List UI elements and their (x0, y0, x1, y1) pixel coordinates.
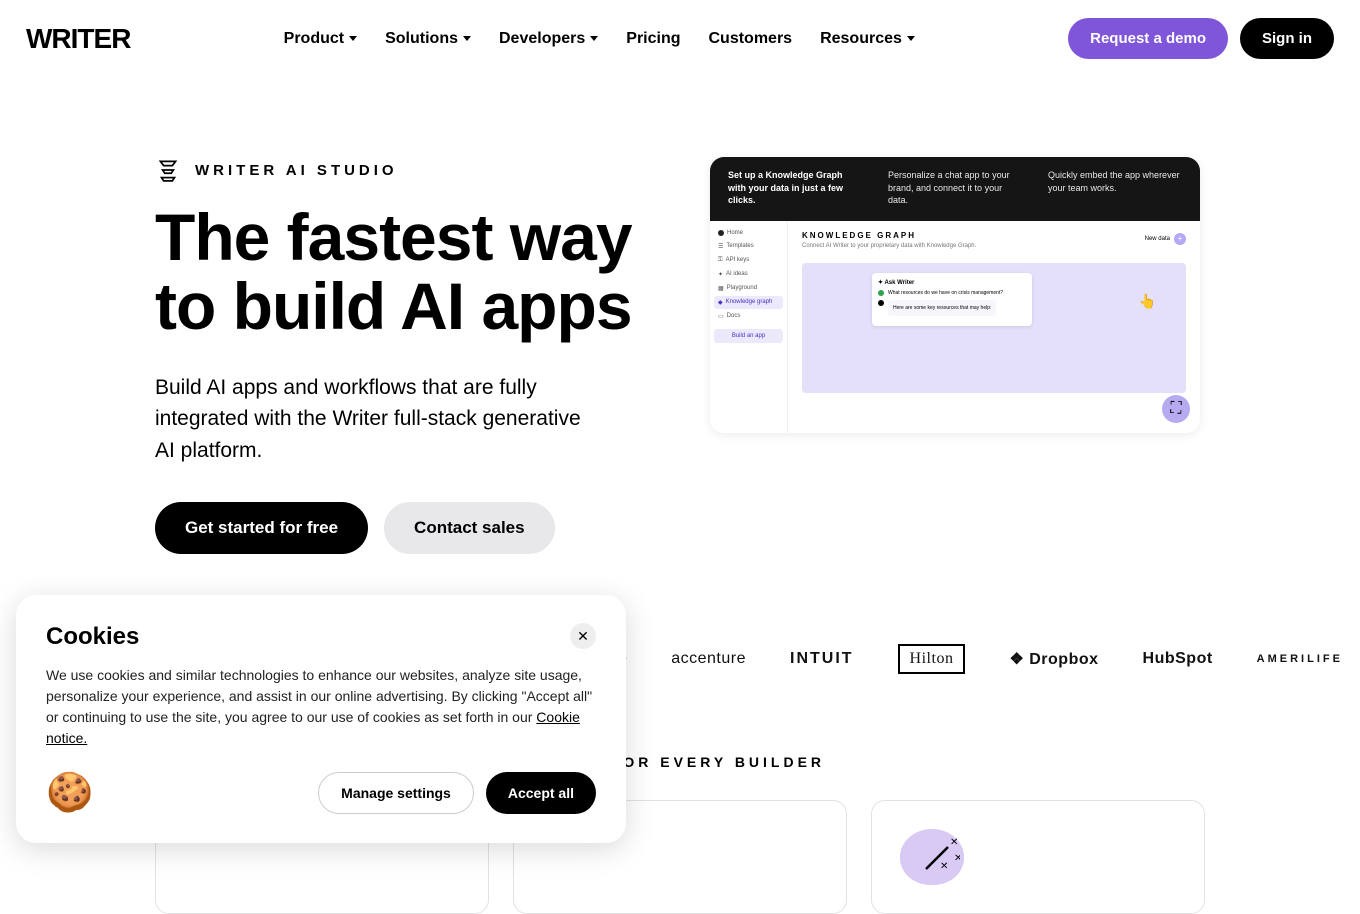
cookie-banner: Cookies ✕ We use cookies and similar tec… (16, 595, 626, 843)
svg-text:✕: ✕ (950, 837, 958, 848)
nav-developers[interactable]: Developers (499, 30, 598, 48)
nav-solutions[interactable]: Solutions (385, 30, 471, 48)
sidebar-item: Home (714, 227, 783, 239)
hero: WRITER AI STUDIO The fastest way to buil… (0, 77, 1360, 594)
cookie-title: Cookies (46, 623, 139, 651)
hero-subtitle: Build AI apps and workflows that are ful… (155, 372, 595, 467)
sidebar-item: ☰Templates (714, 240, 783, 253)
cursor-icon: 👆 (1139, 293, 1156, 310)
contact-sales-button[interactable]: Contact sales (384, 502, 555, 554)
logo-hubspot: HubSpot (1143, 650, 1213, 668)
chevron-down-icon (463, 36, 471, 41)
cookie-text: We use cookies and similar technologies … (46, 665, 596, 749)
page-title: The fastest way to build AI apps (155, 203, 650, 342)
sidebar-item: ⚿API keys (714, 254, 783, 267)
nav-label: Pricing (626, 30, 680, 48)
kg-title: KNOWLEDGE GRAPH (802, 231, 1186, 240)
eyebrow: WRITER AI STUDIO (155, 157, 650, 183)
nav-label: Product (284, 30, 344, 48)
studio-icon (155, 157, 181, 183)
sidebar-item: ✦AI ideas (714, 268, 783, 281)
demo-video[interactable]: Set up a Knowledge Graph with your data … (710, 157, 1200, 433)
logo-amerilife: AMERILIFE (1257, 653, 1343, 665)
sidebar-item-active: ◆Knowledge graph (714, 296, 783, 309)
ask-writer-popup: ✦ Ask Writer What resources do we have o… (872, 273, 1032, 326)
hero-visual: Set up a Knowledge Graph with your data … (710, 157, 1205, 433)
chevron-down-icon (590, 36, 598, 41)
logo-intuit: INTUIT (790, 650, 854, 668)
expand-icon[interactable]: ⛶ (1162, 395, 1190, 423)
chevron-down-icon (907, 36, 915, 41)
logo-accenture: accenture (671, 650, 746, 668)
eyebrow-text: WRITER AI STUDIO (195, 162, 398, 179)
header-actions: Request a demo Sign in (1068, 18, 1334, 59)
nav-label: Solutions (385, 30, 458, 48)
sign-in-button[interactable]: Sign in (1240, 18, 1334, 59)
sidebar-item: ▭Docs (714, 310, 783, 323)
nav-label: Resources (820, 30, 902, 48)
wand-icon: ✕✕✕ (900, 829, 964, 885)
demo-tab: Set up a Knowledge Graph with your data … (728, 169, 862, 207)
request-demo-button[interactable]: Request a demo (1068, 18, 1228, 59)
nav-product[interactable]: Product (284, 30, 357, 48)
header: WRITER Product Solutions Developers Pric… (0, 0, 1360, 77)
demo-tab: Personalize a chat app to your brand, an… (888, 169, 1022, 207)
manage-settings-button[interactable]: Manage settings (318, 772, 474, 814)
popup-title: ✦ Ask Writer (878, 279, 1026, 286)
logo-dropbox: ❖ Dropbox (1009, 649, 1098, 669)
demo-tabs: Set up a Knowledge Graph with your data … (710, 157, 1200, 221)
demo-body: Home ☰Templates ⚿API keys ✦AI ideas ▦Pla… (710, 221, 1200, 433)
accept-all-button[interactable]: Accept all (486, 772, 596, 814)
demo-canvas: ✦ Ask Writer What resources do we have o… (802, 263, 1186, 393)
build-app-btn: Build an app (714, 329, 783, 343)
hero-content: WRITER AI STUDIO The fastest way to buil… (155, 157, 650, 554)
logo[interactable]: WRITER (26, 23, 130, 55)
logo-hilton: Hilton (898, 644, 966, 674)
new-data-btn: New data + (1145, 233, 1186, 245)
nav-customers[interactable]: Customers (709, 30, 793, 48)
demo-tab: Quickly embed the app wherever your team… (1048, 169, 1182, 207)
hero-ctas: Get started for free Contact sales (155, 502, 650, 554)
nav-resources[interactable]: Resources (820, 30, 915, 48)
main-nav: Product Solutions Developers Pricing Cus… (284, 30, 915, 48)
demo-sidebar: Home ☰Templates ⚿API keys ✦AI ideas ▦Pla… (710, 221, 788, 433)
plus-icon: + (1174, 233, 1186, 245)
svg-text:✕: ✕ (940, 861, 948, 872)
demo-main: KNOWLEDGE GRAPH Connect AI Writer to you… (788, 221, 1200, 433)
nav-label: Customers (709, 30, 793, 48)
chevron-down-icon (349, 36, 357, 41)
kg-subtitle: Connect AI Writer to your proprietary da… (802, 243, 1186, 249)
sidebar-item: ▦Playground (714, 282, 783, 295)
cookie-icon: 🍪 (46, 771, 93, 815)
tool-card[interactable]: ✕✕✕ (871, 800, 1205, 914)
get-started-button[interactable]: Get started for free (155, 502, 368, 554)
nav-pricing[interactable]: Pricing (626, 30, 680, 48)
nav-label: Developers (499, 30, 585, 48)
close-icon[interactable]: ✕ (570, 623, 596, 649)
